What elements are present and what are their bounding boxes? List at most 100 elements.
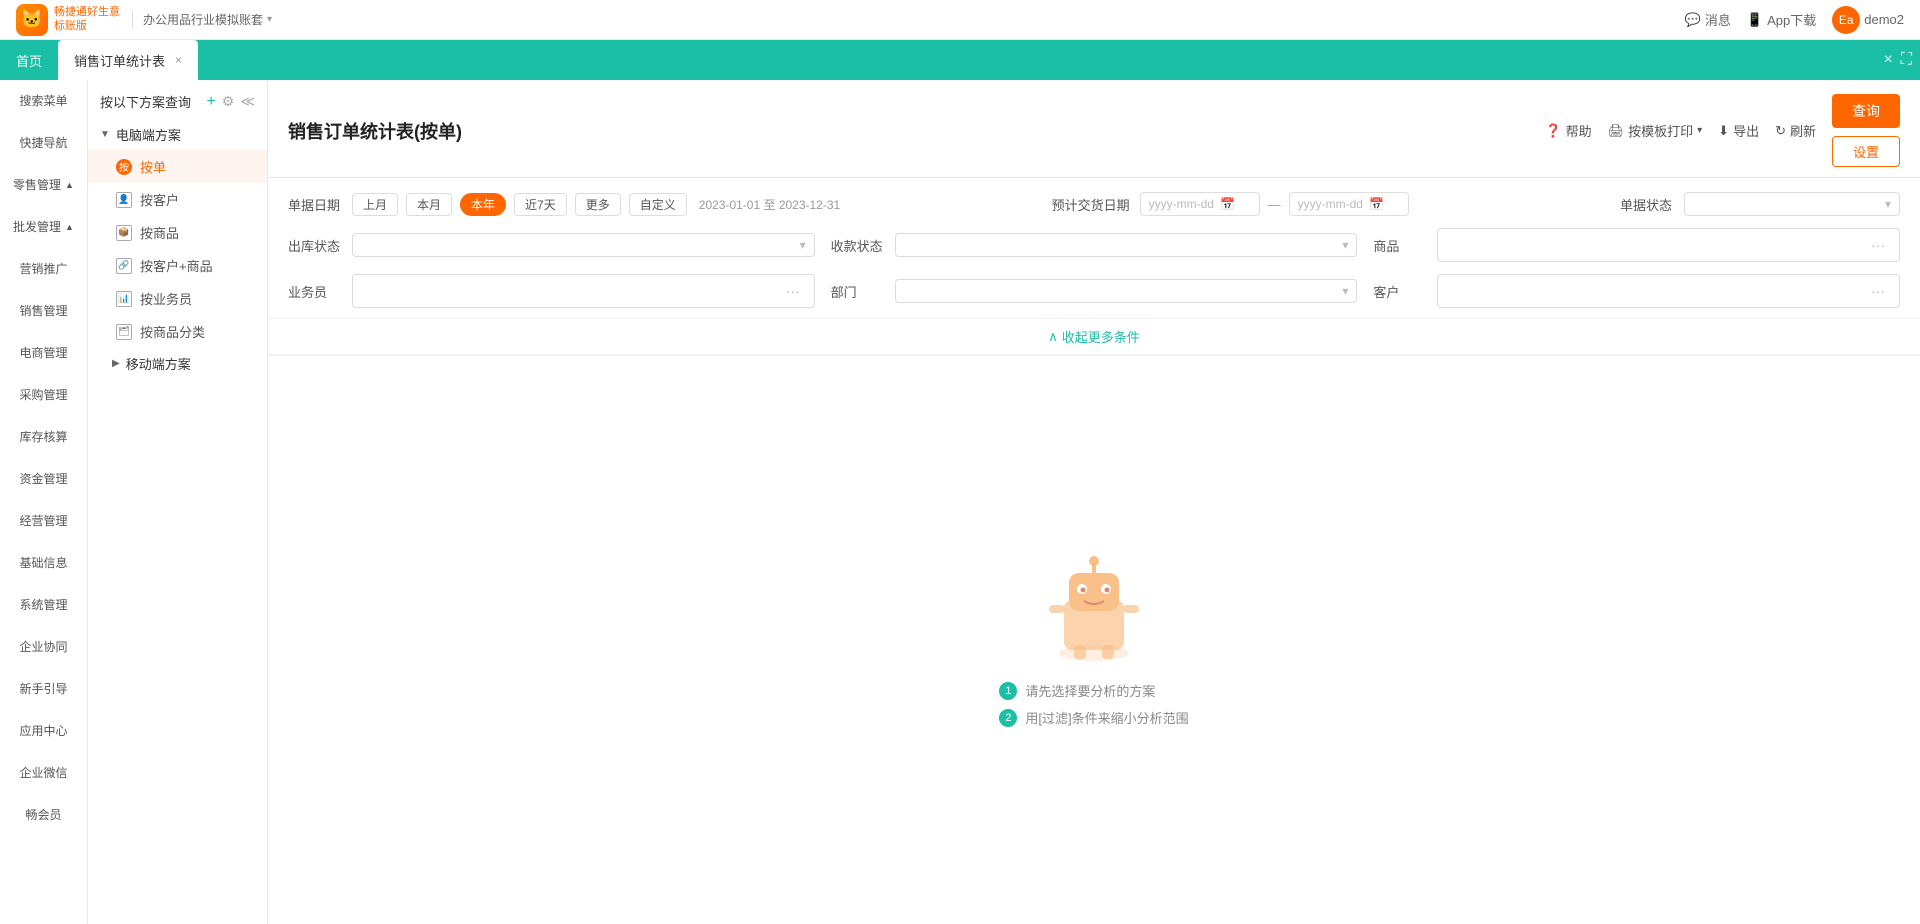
doc-status-select[interactable]: ▾ (1684, 192, 1900, 216)
sidebar: 搜索菜单 快捷导航 零售管理 ▲ 批发管理 ▲ 营销推广 销售管理 电商管理 采 (0, 80, 88, 924)
this-year-btn[interactable]: 本年 (460, 193, 506, 216)
custom-btn[interactable]: 自定义 (629, 193, 687, 216)
print-icon: 🖨 (1608, 123, 1625, 139)
sidebar-item-system[interactable]: 系统管理 (0, 584, 87, 626)
doc-status-arrow-icon: ▾ (1885, 197, 1891, 211)
ship-status-select[interactable]: ▾ (352, 233, 815, 257)
wholesale-arrow-icon: ▲ (65, 222, 74, 232)
sidebar-item-enterprise[interactable]: 企业协同 (0, 626, 87, 668)
window-close-icon[interactable]: × (1883, 51, 1892, 69)
panel-header: 按以下方案查询 + ⚙ ≪ (88, 92, 267, 119)
more-btn[interactable]: 更多 (575, 193, 621, 216)
scheme-icon-category: 🗂 (116, 324, 132, 340)
goods-dots-icon[interactable]: ··· (1865, 233, 1891, 257)
help-action[interactable]: ❓ 帮助 (1545, 121, 1591, 140)
content-area: 按以下方案查询 + ⚙ ≪ ▼ 电脑端方案 按 按单 👤 按 (88, 80, 1920, 924)
window-expand-icon[interactable]: ⛶ (1901, 51, 1912, 69)
export-icon: ⬇ (1718, 123, 1729, 139)
set-button[interactable]: 设置 (1832, 136, 1900, 167)
sidebar-item-shortcut[interactable]: 快捷导航 (0, 122, 87, 164)
add-scheme-icon[interactable]: + (206, 93, 215, 111)
settings-scheme-icon[interactable]: ⚙ (222, 93, 235, 110)
print-arrow-icon: ▾ (1697, 125, 1702, 136)
sidebar-item-search[interactable]: 搜索菜单 (0, 80, 87, 122)
expected-date-end[interactable]: yyyy-mm-dd 📅 (1289, 192, 1409, 216)
message-icon: 💬 (1685, 12, 1701, 28)
user-area[interactable]: Ea demo2 (1832, 6, 1904, 34)
date-range-text: 2023-01-01 至 2023-12-31 (699, 196, 840, 213)
mobile-group-title[interactable]: ▶ 移动端方案 (100, 348, 267, 379)
sidebar-item-appcenter[interactable]: 应用中心 (0, 710, 87, 752)
tab-home[interactable]: 首页 (0, 40, 58, 80)
top-header: 🐱 畅捷通好生意 标账版 办公用品行业模拟账套 ▾ 💬 消息 📱 App下载 E… (0, 0, 1920, 40)
empty-tips: 1 请先选择要分析的方案 2 用[过滤]条件来缩小分析范围 (999, 681, 1188, 735)
sidebar-item-purchase[interactable]: 采购管理 (0, 374, 87, 416)
refresh-icon: ↻ (1775, 123, 1786, 139)
sidebar-item-retail[interactable]: 零售管理 ▲ (0, 164, 87, 206)
customer-dots-icon[interactable]: ··· (1865, 279, 1891, 303)
scheme-item-by-order[interactable]: 按 按单 (88, 150, 267, 183)
print-action[interactable]: 🖨 按模板打印 ▾ (1608, 121, 1703, 140)
scheme-icon-cust-goods: 🔗 (116, 258, 132, 274)
sidebar-item-wholesale[interactable]: 批发管理 ▲ (0, 206, 87, 248)
expected-date-label: 预计交货日期 (1052, 195, 1132, 214)
robot-svg (1034, 545, 1154, 665)
avatar: Ea (1832, 6, 1860, 34)
last-month-btn[interactable]: 上月 (352, 193, 398, 216)
header-right: 💬 消息 📱 App下载 Ea demo2 (1685, 6, 1904, 34)
tab-sales-stat[interactable]: 销售订单统计表 × (58, 40, 198, 80)
dept-label: 部门 (831, 282, 887, 301)
message-action[interactable]: 💬 消息 (1685, 10, 1731, 29)
sidebar-item-inventory[interactable]: 库存核算 (0, 416, 87, 458)
logo-icon: 🐱 (16, 4, 48, 36)
scheme-item-by-goods[interactable]: 📦 按商品 (88, 216, 267, 249)
sidebar-item-finance[interactable]: 资金管理 (0, 458, 87, 500)
sidebar-item-sales[interactable]: 销售管理 (0, 290, 87, 332)
collect-status-select[interactable]: ▾ (895, 233, 1358, 257)
scheme-item-by-cust-goods[interactable]: 🔗 按客户+商品 (88, 249, 267, 282)
customer-label: 客户 (1373, 282, 1429, 301)
collapse-panel-icon[interactable]: ≪ (240, 93, 255, 110)
salesman-select[interactable]: ··· (352, 274, 815, 308)
sidebar-item-operation[interactable]: 经营管理 (0, 500, 87, 542)
sidebar-item-member[interactable]: 畅会员 (0, 794, 87, 836)
subtitle[interactable]: 办公用品行业模拟账套 ▾ (132, 11, 272, 28)
scheme-item-by-customer[interactable]: 👤 按客户 (88, 183, 267, 216)
sidebar-item-basic[interactable]: 基础信息 (0, 542, 87, 584)
sidebar-item-newguide[interactable]: 新手引导 (0, 668, 87, 710)
mobile-arrow-icon: ▶ (112, 358, 120, 369)
sidebar-item-ecommerce[interactable]: 电商管理 (0, 332, 87, 374)
sidebar-item-marketing[interactable]: 营销推广 (0, 248, 87, 290)
expected-date-start[interactable]: yyyy-mm-dd 📅 (1140, 192, 1260, 216)
logo-text: 畅捷通好生意 标账版 (54, 6, 120, 32)
tab-close-icon[interactable]: × (175, 53, 182, 67)
customer-select[interactable]: ··· (1437, 274, 1900, 308)
logo-area: 🐱 畅捷通好生意 标账版 (16, 4, 120, 36)
scheme-item-by-salesman[interactable]: 📊 按业务员 (88, 282, 267, 315)
app-download-action[interactable]: 📱 App下载 (1747, 10, 1816, 29)
mobile-group: ▶ 移动端方案 (88, 348, 267, 379)
salesman-dots-icon[interactable]: ··· (780, 279, 806, 303)
empty-tip-2: 2 用[过滤]条件来缩小分析范围 (999, 708, 1188, 727)
panel-header-actions: + ⚙ ≪ (206, 93, 255, 111)
calendar-icon-end: 📅 (1369, 197, 1384, 211)
tip-1-num: 1 (999, 682, 1017, 700)
this-month-btn[interactable]: 本月 (406, 193, 452, 216)
collapse-bar[interactable]: ∧ 收起更多条件 (268, 318, 1920, 354)
refresh-action[interactable]: ↻ 刷新 (1775, 121, 1816, 140)
filter-row-1: 单据日期 上月 本月 本年 近7天 更多 自定义 2023-01-01 至 20… (288, 192, 1900, 216)
dept-select[interactable]: ▾ (895, 279, 1358, 303)
filter-row-3: 业务员 ··· 部门 ▾ (288, 274, 1900, 308)
scheme-group-title[interactable]: ▼ 电脑端方案 (88, 119, 267, 150)
sidebar-item-wechat[interactable]: 企业微信 (0, 752, 87, 794)
last7-btn[interactable]: 近7天 (514, 193, 567, 216)
download-icon: 📱 (1747, 12, 1763, 28)
goods-select[interactable]: ··· (1437, 228, 1900, 262)
query-button[interactable]: 查询 (1832, 94, 1900, 128)
export-action[interactable]: ⬇ 导出 (1718, 121, 1759, 140)
scheme-item-by-category[interactable]: 🗂 按商品分类 (88, 315, 267, 348)
doc-status-label: 单据状态 (1620, 195, 1676, 214)
calendar-icon-start: 📅 (1220, 197, 1235, 211)
main-panel: 销售订单统计表(按单) ❓ 帮助 🖨 按模板打印 ▾ ⬇ 导出 (268, 80, 1920, 924)
tip-2-num: 2 (999, 709, 1017, 727)
